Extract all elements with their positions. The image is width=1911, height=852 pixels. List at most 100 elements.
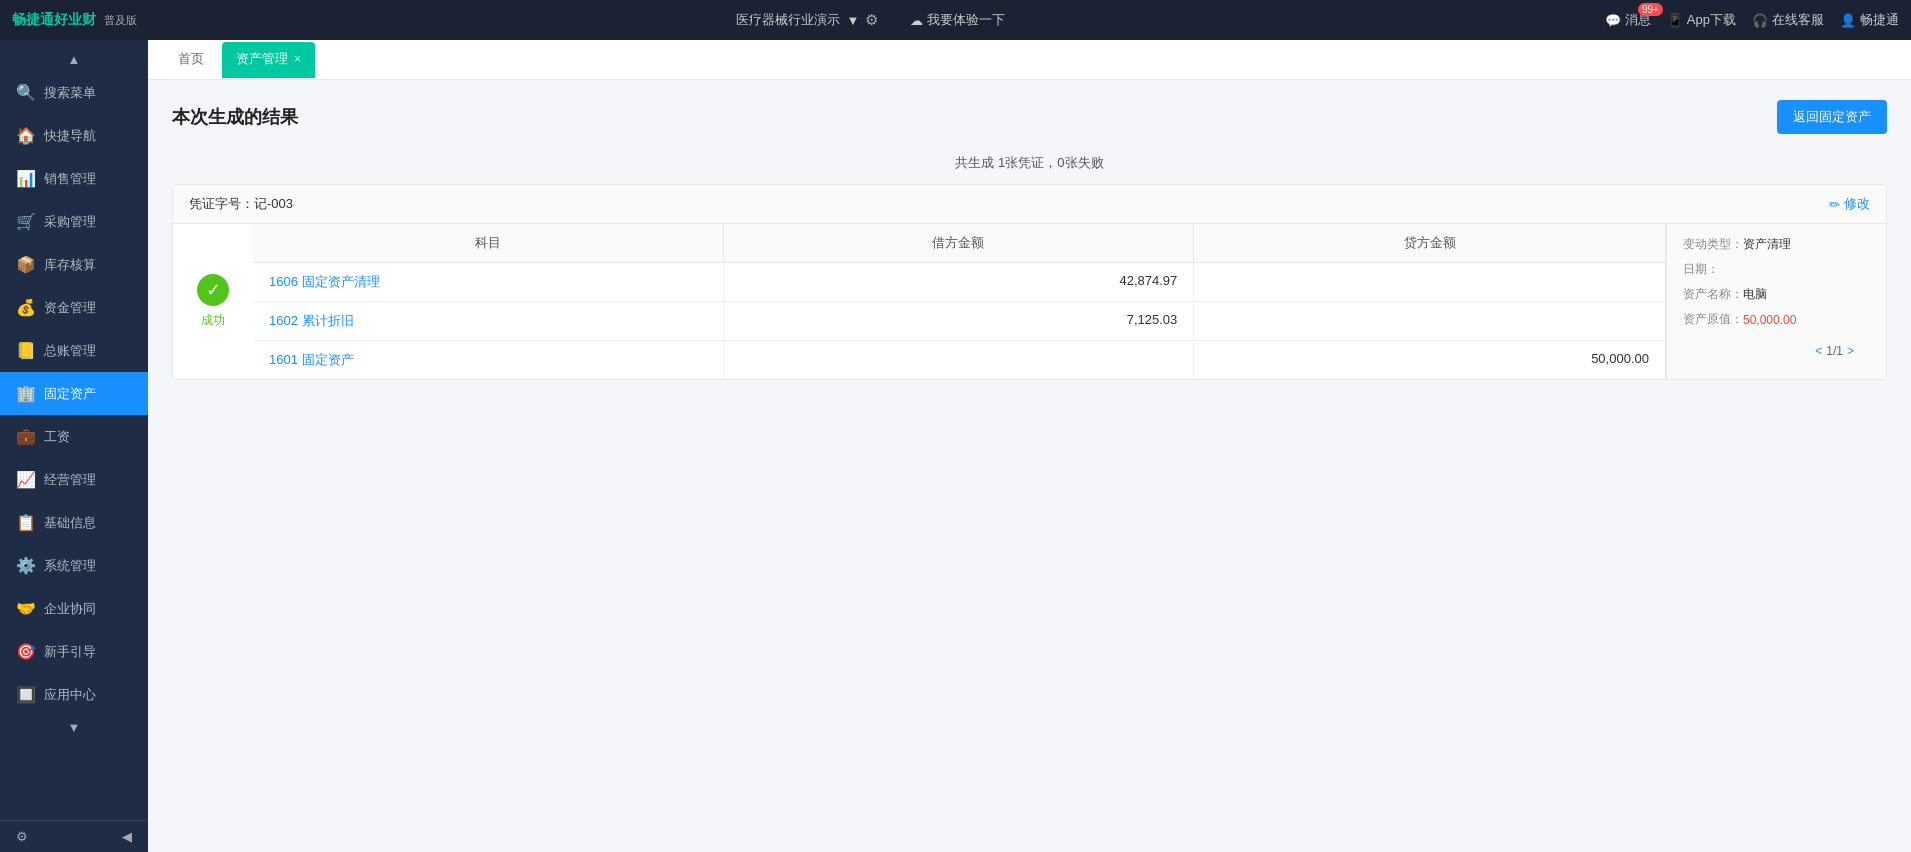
cell-credit-2: 50,000.00	[1194, 341, 1665, 379]
sidebar-item-search-menu[interactable]: 🔍搜索菜单	[0, 71, 148, 114]
sidebar-item-inventory[interactable]: 📦库存核算	[0, 243, 148, 286]
sidebar-item-payroll[interactable]: 💼工资	[0, 415, 148, 458]
tab-home[interactable]: 首页	[164, 42, 218, 78]
sidebar-icon-fixed-assets: 🏢	[16, 384, 36, 403]
sidebar-item-guide[interactable]: 🎯 新手引导	[0, 630, 148, 673]
sidebar-label-basic-info: 基础信息	[44, 514, 96, 532]
main-layout: ▲ 🔍搜索菜单 🏠 快捷导航 📊销售管理🛒采购管理📦库存核算💰资金管理📒总账管理 🏢 固定…	[0, 40, 1911, 852]
headset-icon: 🎧	[1752, 13, 1768, 28]
next-page-button[interactable]: >	[1847, 344, 1854, 358]
edition-label: 普及版	[104, 13, 137, 28]
cell-subject-1[interactable]: 1602 累计折旧	[253, 302, 724, 340]
cell-subject-2[interactable]: 1601 固定资产	[253, 341, 724, 379]
prev-page-button[interactable]: <	[1815, 344, 1822, 358]
sidebar-item-operations[interactable]: 📈经营管理	[0, 458, 148, 501]
sidebar-label-app-center: 应用中心	[44, 686, 96, 704]
col-subject: 科目	[253, 224, 724, 262]
sidebar-item-enterprise[interactable]: 🤝企业协同	[0, 587, 148, 630]
sidebar: ▲ 🔍搜索菜单 🏠 快捷导航 📊销售管理🛒采购管理📦库存核算💰资金管理📒总账管理 🏢 固定…	[0, 40, 148, 852]
sidebar-icon-basic-info: 📋	[16, 513, 36, 532]
return-button[interactable]: 返回固定资产	[1777, 100, 1887, 134]
edit-label: 修改	[1844, 195, 1870, 213]
edit-icon: ✏	[1829, 197, 1840, 212]
dropdown-icon: ▼	[846, 13, 859, 28]
sidebar-label-quick-nav: 快捷导航	[44, 127, 96, 145]
company-selector[interactable]: 医疗器械行业演示 ▼ ⚙	[736, 11, 878, 29]
sidebar-scroll-up[interactable]: ▲	[0, 48, 148, 71]
table-row: 1602 累计折旧 7,125.03	[253, 302, 1665, 341]
message-icon: 💬	[1605, 13, 1621, 28]
gear-icon[interactable]: ⚙	[865, 11, 878, 29]
page-indicator: 1/1	[1826, 344, 1843, 358]
tab-asset-management[interactable]: 资产管理 ×	[222, 42, 315, 78]
asset-name-label: 资产名称：	[1683, 286, 1743, 303]
sidebar-label-inventory: 库存核算	[44, 256, 96, 274]
voucher-header: 凭证字号：记-003 ✏ 修改	[173, 185, 1886, 224]
cloud-icon: ☁	[910, 13, 923, 28]
table-row: 1601 固定资产 50,000.00	[253, 341, 1665, 379]
cell-debit-2	[724, 341, 1195, 379]
tab-label-home: 首页	[178, 51, 204, 66]
sidebar-item-system[interactable]: ⚙️系统管理	[0, 544, 148, 587]
sidebar-label-fixed-assets: 固定资产	[44, 385, 96, 403]
settings-icon[interactable]: ⚙	[16, 829, 28, 844]
content-area: 首页 资产管理 × 本次生成的结果 返回固定资产 共生成 1张凭证，0张失败 凭证字…	[148, 40, 1911, 852]
sidebar-item-ledger[interactable]: 📒总账管理	[0, 329, 148, 372]
phone-icon: 📱	[1667, 13, 1683, 28]
sidebar-label-sales: 销售管理	[44, 170, 96, 188]
sidebar-icon-ledger: 📒	[16, 341, 36, 360]
cell-debit-0: 42,874.97	[724, 263, 1195, 301]
sidebar-icon-quick-nav: 🏠	[16, 126, 36, 145]
sidebar-scroll-down[interactable]: ▼	[0, 716, 148, 739]
app-logo: 畅捷通好业财	[12, 11, 96, 29]
collapse-icon[interactable]: ◀	[122, 829, 132, 844]
success-label: 成功	[201, 312, 225, 329]
sidebar-label-purchase: 采购管理	[44, 213, 96, 231]
success-icon: ✓	[197, 274, 229, 306]
sidebar-item-app-center[interactable]: 🔲应用中心	[0, 673, 148, 716]
tabs-bar: 首页 资产管理 ×	[148, 40, 1911, 80]
sidebar-item-sales[interactable]: 📊销售管理	[0, 157, 148, 200]
user-profile-button[interactable]: 👤 畅捷通	[1840, 11, 1899, 29]
success-area: ✓ 成功	[173, 224, 253, 379]
messages-button[interactable]: 💬 消息 99+	[1605, 11, 1651, 29]
sidebar-bottom: ⚙ ◀	[0, 820, 148, 852]
cell-subject-0[interactable]: 1606 固定资产清理	[253, 263, 724, 301]
topbar: 畅捷通好业财 普及版 医疗器械行业演示 ▼ ⚙ ☁ 我要体验一下 💬 消息 99…	[0, 0, 1911, 40]
experience-label: 我要体验一下	[927, 11, 1005, 29]
page-header: 本次生成的结果 返回固定资产	[172, 100, 1887, 134]
col-debit: 借方金额	[724, 224, 1195, 262]
col-credit: 贷方金额	[1194, 224, 1665, 262]
sidebar-icon-system: ⚙️	[16, 556, 36, 575]
table-row: 1606 固定资产清理 42,874.97	[253, 263, 1665, 302]
sidebar-item-basic-info[interactable]: 📋 基础信息	[0, 501, 148, 544]
sidebar-label-guide: 新手引导	[44, 643, 96, 661]
info-asset-name: 资产名称： 电脑	[1683, 286, 1870, 303]
summary-text: 共生成 1张凭证，0张失败	[955, 155, 1103, 170]
sidebar-icon-guide: 🎯	[16, 642, 36, 661]
cell-credit-0	[1194, 263, 1665, 301]
online-service-button[interactable]: 🎧 在线客服	[1752, 11, 1824, 29]
page-content: 本次生成的结果 返回固定资产 共生成 1张凭证，0张失败 凭证字号：记-003 …	[148, 80, 1911, 852]
asset-value-label: 资产原值：	[1683, 311, 1743, 328]
info-panel: 变动类型： 资产清理 日期： 资产名称： 电脑 资产原值：	[1666, 224, 1886, 379]
tab-label-asset-management: 资产管理	[236, 51, 288, 66]
info-date: 日期：	[1683, 261, 1870, 278]
user-name: 畅捷通	[1860, 11, 1899, 29]
sidebar-item-funds[interactable]: 💰资金管理	[0, 286, 148, 329]
voucher-body: ✓ 成功 科目 借方金额 贷方金额 1606 固定资产清理 42,874.97	[173, 224, 1886, 379]
sidebar-label-enterprise: 企业协同	[44, 600, 96, 618]
tab-close-asset-management[interactable]: ×	[294, 52, 301, 66]
sidebar-item-fixed-assets[interactable]: 🏢 固定资产	[0, 372, 148, 415]
sidebar-icon-payroll: 💼	[16, 427, 36, 446]
app-download-button[interactable]: 📱 App下载	[1667, 11, 1736, 29]
voucher-number: 凭证字号：记-003	[189, 195, 293, 213]
change-type-value: 资产清理	[1743, 236, 1791, 253]
sidebar-item-purchase[interactable]: 🛒采购管理	[0, 200, 148, 243]
sidebar-label-operations: 经营管理	[44, 471, 96, 489]
edit-button[interactable]: ✏ 修改	[1829, 195, 1870, 213]
info-asset-value: 资产原值： 50,000.00	[1683, 311, 1870, 328]
company-name: 医疗器械行业演示	[736, 11, 840, 29]
sidebar-item-quick-nav[interactable]: 🏠 快捷导航	[0, 114, 148, 157]
experience-button[interactable]: ☁ 我要体验一下	[910, 11, 1005, 29]
